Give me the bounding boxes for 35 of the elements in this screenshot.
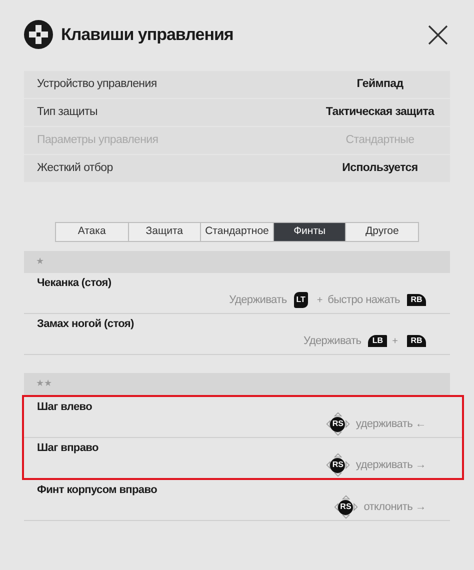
- action-name: Финт корпусом вправо: [37, 483, 158, 498]
- tab[interactable]: Финты: [272, 223, 346, 241]
- bumper-button-icon: RB: [407, 335, 426, 347]
- trigger-button-icon: LT: [294, 292, 308, 308]
- tab[interactable]: Атака: [56, 223, 128, 241]
- action-name: Чеканка (стоя): [37, 276, 112, 291]
- gamepad-dpad-icon: [24, 20, 53, 49]
- star-rating-label: ★: [36, 255, 44, 268]
- star-rating-label: ★★: [36, 377, 52, 390]
- close-button[interactable]: [426, 22, 450, 46]
- setting-value[interactable]: Геймпад: [310, 76, 450, 94]
- binding-text: удерживать ←: [356, 416, 426, 432]
- setting-label: Жесткий отбор: [37, 160, 114, 176]
- binding-text: удерживать →: [356, 458, 426, 473]
- tab[interactable]: Защита: [128, 223, 200, 241]
- stick-icon: RS: [326, 453, 350, 477]
- plus-sign: +: [316, 294, 323, 308]
- bumper-button-icon: RB: [407, 294, 426, 306]
- tab[interactable]: Другое: [345, 223, 418, 241]
- binding-text: отклонить →: [364, 500, 426, 515]
- setting-value[interactable]: Используется: [310, 160, 450, 178]
- plus-sign: +: [392, 334, 398, 348]
- action-name: Замах ногой (стоя): [37, 317, 135, 332]
- window-title: Клавиши управления: [61, 24, 234, 46]
- binding-text: быстро нажать: [328, 292, 400, 308]
- setting-label: Тип защиты: [37, 104, 98, 120]
- action-name: Шаг влево: [37, 400, 94, 415]
- stick-icon: RS: [326, 412, 350, 436]
- stick-icon: RS: [334, 495, 358, 519]
- bumper-button-icon: LB: [368, 335, 388, 347]
- setting-value[interactable]: Тактическая защита: [310, 104, 450, 122]
- binding-text: Удерживать: [229, 292, 287, 308]
- binding-text: Удерживать: [304, 334, 362, 349]
- setting-label: Устройство управления: [37, 76, 158, 92]
- action-name: Шаг вправо: [37, 441, 100, 456]
